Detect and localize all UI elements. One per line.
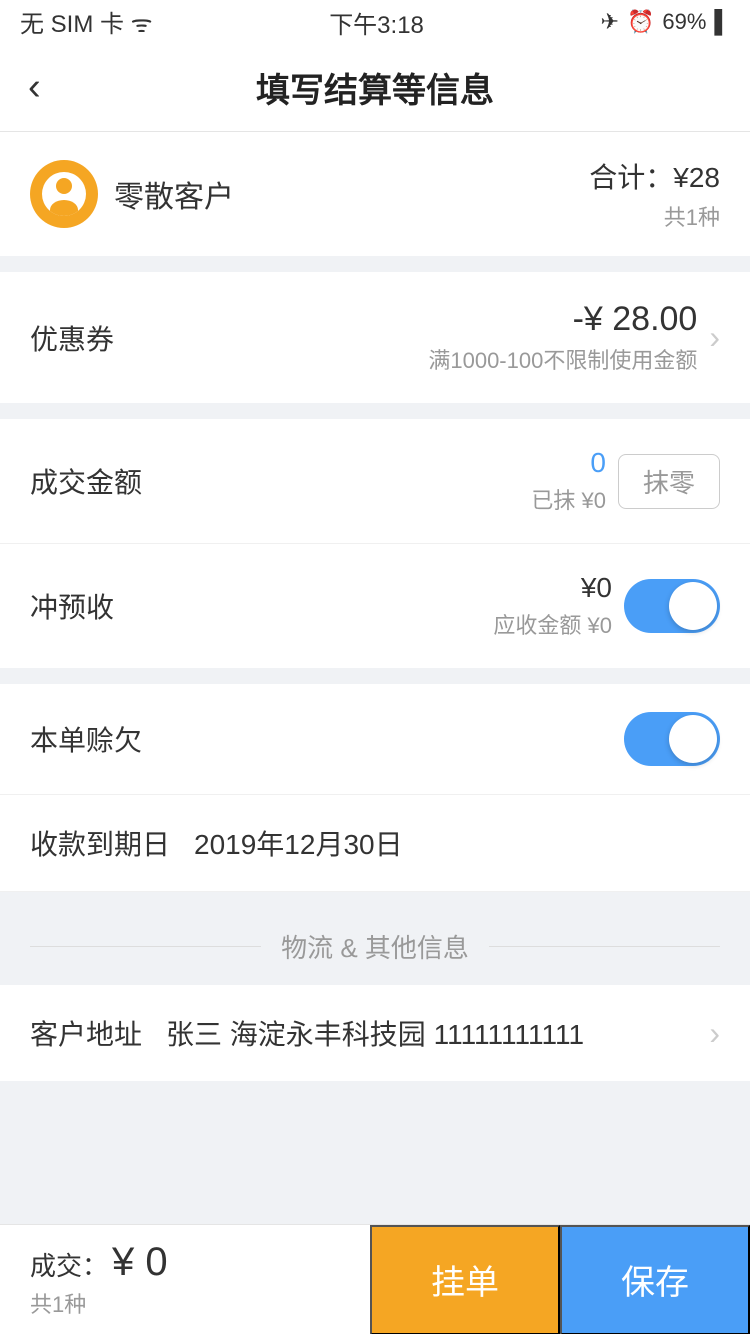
battery-icon: ▌ xyxy=(714,9,730,35)
footer-amount: ¥ 0 xyxy=(112,1240,168,1285)
status-bar: 无 SIM 卡 ᯤ 下午3:18 ✈ ⏰ 69% ▌ xyxy=(0,0,750,44)
chevron-right-icon: › xyxy=(709,319,720,356)
status-right: ✈ ⏰ 69% ▌ xyxy=(601,9,730,35)
nav-bar: ‹ 填写结算等信息 xyxy=(0,44,750,132)
location-icon: ✈ xyxy=(601,9,619,35)
customer-row: 零散客户 合计：¥28 共1种 xyxy=(0,132,750,256)
avatar-icon xyxy=(42,172,86,216)
transaction-value: 0 xyxy=(531,447,606,479)
footer-transaction-label: 成交： xyxy=(30,1246,108,1283)
prepayment-toggle[interactable] xyxy=(624,579,720,633)
credit-section: 本单赊欠 收款到期日 2019年12月30日 xyxy=(0,684,750,892)
status-time: 下午3:18 xyxy=(329,5,424,40)
status-left: 无 SIM 卡 ᯤ xyxy=(20,4,153,40)
due-date-label: 收款到期日 xyxy=(30,823,170,863)
credit-right xyxy=(624,712,720,766)
transaction-amount-row: 成交金额 0 已抹 ¥0 抹零 xyxy=(0,419,750,544)
bottom-footer: 成交： ¥ 0 共1种 挂单 保存 xyxy=(0,1224,750,1334)
footer-count: 共1种 xyxy=(30,1287,340,1319)
coupon-amount-col: -¥ 28.00 满1000-100不限制使用金额 xyxy=(428,300,697,375)
customer-left: 零散客户 xyxy=(30,160,234,228)
coupon-right: -¥ 28.00 满1000-100不限制使用金额 › xyxy=(428,300,720,375)
due-date-value: 2019年12月30日 xyxy=(194,823,403,863)
coupon-description: 满1000-100不限制使用金额 xyxy=(428,343,697,375)
round-off-button[interactable]: 抹零 xyxy=(618,454,720,509)
no-sim-text: 无 SIM 卡 ᯤ xyxy=(20,4,153,40)
credit-label: 本单赊欠 xyxy=(30,719,142,759)
total-count: 共1种 xyxy=(589,200,720,232)
logistics-separator: 物流 & 其他信息 xyxy=(0,908,750,985)
transaction-rounded: 已抹 ¥0 xyxy=(531,483,606,515)
prepayment-label: 冲预收 xyxy=(30,586,114,626)
prepayment-row: 冲预收 ¥0 应收金额 ¥0 xyxy=(0,544,750,668)
customer-avatar xyxy=(30,160,98,228)
page-title: 填写结算等信息 xyxy=(256,63,494,112)
transaction-section: 成交金额 0 已抹 ¥0 抹零 冲预收 ¥0 应收金额 ¥0 xyxy=(0,419,750,668)
transaction-right: 0 已抹 ¥0 抹零 xyxy=(531,447,720,515)
prepayment-amount-col: ¥0 应收金额 ¥0 xyxy=(493,572,612,640)
credit-toggle[interactable] xyxy=(624,712,720,766)
address-label: 客户地址 xyxy=(30,1013,142,1053)
address-value: 张三 海淀永丰科技园 11111111111 xyxy=(166,1013,685,1053)
credit-row: 本单赊欠 xyxy=(0,684,750,795)
coupon-section: 优惠券 -¥ 28.00 满1000-100不限制使用金额 › xyxy=(0,272,750,403)
coupon-label: 优惠券 xyxy=(30,318,114,358)
due-date-row: 收款到期日 2019年12月30日 xyxy=(0,795,750,892)
coupon-row[interactable]: 优惠券 -¥ 28.00 满1000-100不限制使用金额 › xyxy=(0,272,750,403)
footer-left: 成交： ¥ 0 共1种 xyxy=(0,1240,370,1319)
transaction-label: 成交金额 xyxy=(30,461,142,501)
toggle-knob xyxy=(669,582,717,630)
prepayment-right: ¥0 应收金额 ¥0 xyxy=(493,572,720,640)
credit-toggle-knob xyxy=(669,715,717,763)
logistics-label: 物流 & 其他信息 xyxy=(281,928,469,965)
customer-right: 合计：¥28 共1种 xyxy=(589,156,720,232)
coupon-discount: -¥ 28.00 xyxy=(428,300,697,339)
pending-button[interactable]: 挂单 xyxy=(370,1225,560,1334)
save-button[interactable]: 保存 xyxy=(560,1225,750,1334)
total-amount: 合计：¥28 xyxy=(589,156,720,196)
address-chevron-icon: › xyxy=(709,1015,720,1052)
customer-name: 零散客户 xyxy=(114,172,234,216)
alarm-icon: ⏰ xyxy=(627,9,654,35)
battery-text: 69% xyxy=(662,9,706,35)
prepayment-value: ¥0 xyxy=(493,572,612,604)
back-button[interactable]: ‹ xyxy=(28,66,41,109)
address-section: 客户地址 张三 海淀永丰科技园 11111111111 › xyxy=(0,985,750,1081)
transaction-amount-col: 0 已抹 ¥0 xyxy=(531,447,606,515)
main-content: 零散客户 合计：¥28 共1种 优惠券 -¥ 28.00 满1000-100不限… xyxy=(0,132,750,1217)
address-row[interactable]: 客户地址 张三 海淀永丰科技园 11111111111 › xyxy=(0,985,750,1081)
prepayment-sub: 应收金额 ¥0 xyxy=(493,608,612,640)
